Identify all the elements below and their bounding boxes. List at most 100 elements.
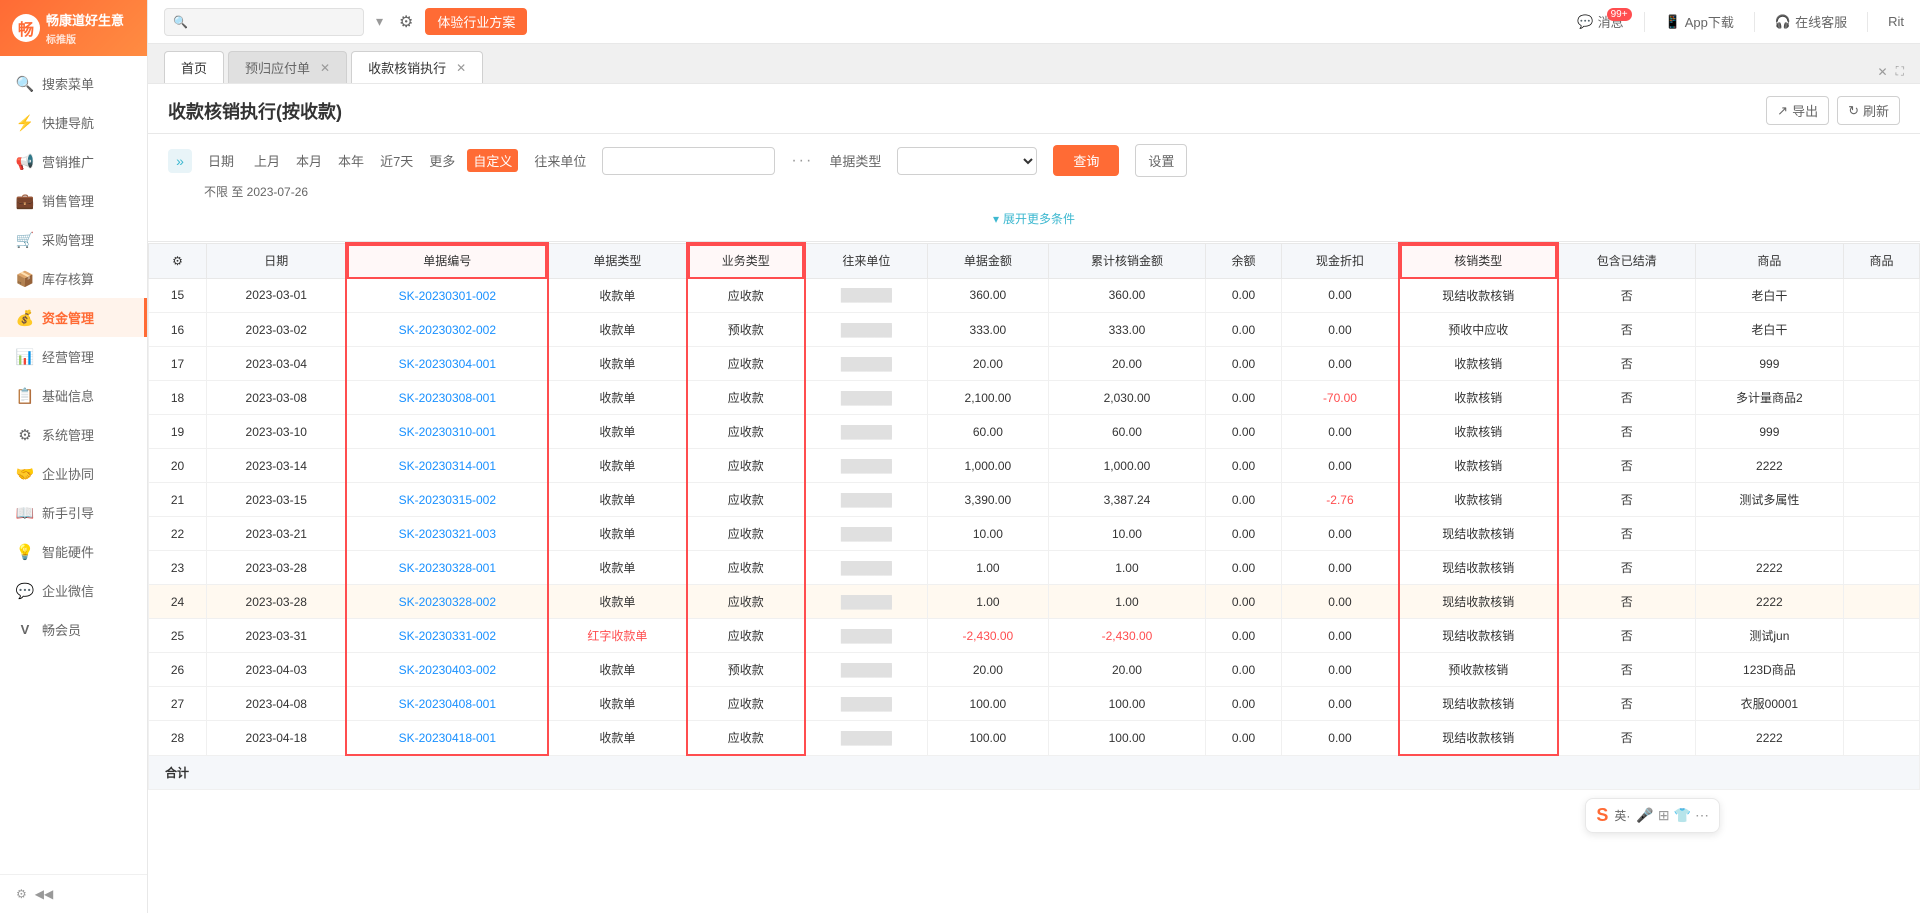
cell-balance: 0.00 xyxy=(1206,517,1282,551)
collapse-icon[interactable]: ◀◀ xyxy=(35,887,53,901)
topbar-search[interactable]: 🔍 xyxy=(164,8,364,36)
cell-goods1: 999 xyxy=(1695,347,1843,381)
tab-home[interactable]: 首页 xyxy=(164,51,224,83)
expand-conditions-label: 展开更多条件 xyxy=(1003,210,1075,227)
bill-no-link[interactable]: SK-20230301-002 xyxy=(399,289,496,303)
bill-no-link[interactable]: SK-20230403-002 xyxy=(399,663,496,677)
cell-amount: 1.00 xyxy=(927,551,1048,585)
table-header-row: ⚙ 日期 单据编号 单据类型 业务类型 往来单位 单据金额 累计核销金额 余额 … xyxy=(149,243,1920,278)
date-btn-custom[interactable]: 自定义 xyxy=(467,149,518,172)
cell-bill-no: SK-20230315-002 xyxy=(346,483,548,517)
date-btn-7days[interactable]: 近7天 xyxy=(376,149,417,172)
watermark-icons: 🎤 ⊞ 👕 ⋯ xyxy=(1636,807,1709,824)
bill-no-link[interactable]: SK-20230308-001 xyxy=(399,391,496,405)
topbar-app-download[interactable]: 📱 App下载 xyxy=(1665,12,1734,31)
cell-bill-type: 收款单 xyxy=(548,415,687,449)
sidebar-item-guide[interactable]: 📖 新手引导 xyxy=(0,493,147,532)
date-btn-this-month[interactable]: 本月 xyxy=(292,149,326,172)
refresh-button[interactable]: ↻ 刷新 xyxy=(1837,96,1900,125)
date-btn-last-month[interactable]: 上月 xyxy=(250,149,284,172)
cell-goods2 xyxy=(1843,721,1919,756)
cell-counterparty: ██████ xyxy=(805,517,927,551)
bill-type-select[interactable] xyxy=(897,147,1037,175)
settings-button[interactable]: 设置 xyxy=(1135,144,1187,177)
cell-amount: 20.00 xyxy=(927,347,1048,381)
refresh-label: 刷新 xyxy=(1863,101,1889,120)
cell-balance: 0.00 xyxy=(1206,721,1282,756)
cell-included: 否 xyxy=(1558,585,1696,619)
tab-close-all-icon[interactable]: ✕ xyxy=(1878,65,1888,79)
tab-shoukuan-hexiao[interactable]: 收款核销执行 ✕ xyxy=(351,51,483,83)
date-btn-this-year[interactable]: 本年 xyxy=(334,149,368,172)
cell-goods1: 123D商品 xyxy=(1695,653,1843,687)
topbar-chevron-icon[interactable]: ▾ xyxy=(376,13,383,30)
industry-solution-button[interactable]: 体验行业方案 xyxy=(425,8,527,35)
cell-included: 否 xyxy=(1558,517,1696,551)
sidebar-item-basic-info[interactable]: 📋 基础信息 xyxy=(0,376,147,415)
sidebar-item-finance[interactable]: 💰 资金管理 xyxy=(0,298,147,337)
filter-dots[interactable]: ··· xyxy=(791,152,813,170)
bill-no-link[interactable]: SK-20230328-002 xyxy=(399,595,496,609)
bill-no-link[interactable]: SK-20230314-001 xyxy=(399,459,496,473)
sidebar-item-search[interactable]: 🔍 搜索菜单 xyxy=(0,64,147,103)
sidebar-item-wechat[interactable]: 💬 企业微信 xyxy=(0,571,147,610)
sidebar-item-purchase[interactable]: 🛒 采购管理 xyxy=(0,220,147,259)
tab-expand-icon[interactable]: ⛶ xyxy=(1896,64,1904,79)
cell-biz-type: 应收款 xyxy=(687,381,805,415)
date-btn-more[interactable]: 更多 xyxy=(425,149,459,172)
topbar-gear-icon[interactable]: ⚙ xyxy=(399,12,413,32)
sidebar-item-vip[interactable]: V 畅会员 xyxy=(0,610,147,649)
sidebar-item-guide-label: 新手引导 xyxy=(42,503,94,522)
bill-no-link[interactable]: SK-20230328-001 xyxy=(399,561,496,575)
expand-conditions-button[interactable]: ▾ 展开更多条件 xyxy=(168,206,1900,231)
cell-bill-no: SK-20230304-001 xyxy=(346,347,548,381)
sidebar-item-cooperation[interactable]: 🤝 企业协同 xyxy=(0,454,147,493)
topbar-user[interactable]: Rit xyxy=(1888,14,1904,29)
col-header-settings[interactable]: ⚙ xyxy=(149,243,207,278)
bill-no-link[interactable]: SK-20230408-001 xyxy=(399,697,496,711)
cell-balance: 0.00 xyxy=(1206,381,1282,415)
sidebar-item-operations[interactable]: 📊 经营管理 xyxy=(0,337,147,376)
table-settings-icon[interactable]: ⚙ xyxy=(172,254,183,268)
query-button[interactable]: 查询 xyxy=(1053,145,1119,176)
topbar-messages[interactable]: 💬 消息 99+ xyxy=(1577,12,1623,31)
tab-yingshoudan-close-icon[interactable]: ✕ xyxy=(320,61,330,75)
settings-bottom-icon[interactable]: ⚙ xyxy=(16,887,27,901)
sidebar-item-hardware[interactable]: 💡 智能硬件 xyxy=(0,532,147,571)
bill-no-link[interactable]: SK-20230321-003 xyxy=(399,527,496,541)
cell-hx-type: 收款核销 xyxy=(1399,381,1558,415)
marketing-icon: 📢 xyxy=(16,153,34,171)
cell-cash-discount: 0.00 xyxy=(1282,415,1399,449)
tab-yingshoudan[interactable]: 预归应付单 ✕ xyxy=(228,51,347,83)
bill-no-link[interactable]: SK-20230302-002 xyxy=(399,323,496,337)
cell-cash-discount: 0.00 xyxy=(1282,347,1399,381)
sidebar-item-sales[interactable]: 💼 销售管理 xyxy=(0,181,147,220)
bill-no-link[interactable]: SK-20230304-001 xyxy=(399,357,496,371)
cell-hx-type: 预收款核销 xyxy=(1399,653,1558,687)
cell-hx-amount: 360.00 xyxy=(1048,278,1205,313)
bill-no-link[interactable]: SK-20230331-002 xyxy=(399,629,496,643)
cell-goods2 xyxy=(1843,449,1919,483)
cell-counterparty: ██████ xyxy=(805,687,927,721)
bill-no-link[interactable]: SK-20230310-001 xyxy=(399,425,496,439)
cell-bill-type: 收款单 xyxy=(548,483,687,517)
topbar-online-service[interactable]: 🎧 在线客服 xyxy=(1775,12,1847,31)
cell-amount: -2,430.00 xyxy=(927,619,1048,653)
counterparty-input[interactable] xyxy=(602,147,775,175)
sidebar-item-system[interactable]: ⚙ 系统管理 xyxy=(0,415,147,454)
export-button[interactable]: ↗ 导出 xyxy=(1766,96,1829,125)
filter-toggle-button[interactable]: » xyxy=(168,149,192,173)
cell-hx-amount: 100.00 xyxy=(1048,721,1205,756)
cell-id: 15 xyxy=(149,278,207,313)
sidebar-item-shortcut[interactable]: ⚡ 快捷导航 xyxy=(0,103,147,142)
cell-goods2 xyxy=(1843,415,1919,449)
bill-no-link[interactable]: SK-20230418-001 xyxy=(399,731,496,745)
bill-no-link[interactable]: SK-20230315-002 xyxy=(399,493,496,507)
tab-shoukuan-hexiao-close-icon[interactable]: ✕ xyxy=(456,61,466,75)
sidebar-item-marketing[interactable]: 📢 营销推广 xyxy=(0,142,147,181)
cell-bill-type: 收款单 xyxy=(548,313,687,347)
sidebar-item-inventory[interactable]: 📦 库存核算 xyxy=(0,259,147,298)
cell-bill-no: SK-20230331-002 xyxy=(346,619,548,653)
cell-bill-type: 收款单 xyxy=(548,449,687,483)
cell-counterparty: ██████ xyxy=(805,347,927,381)
